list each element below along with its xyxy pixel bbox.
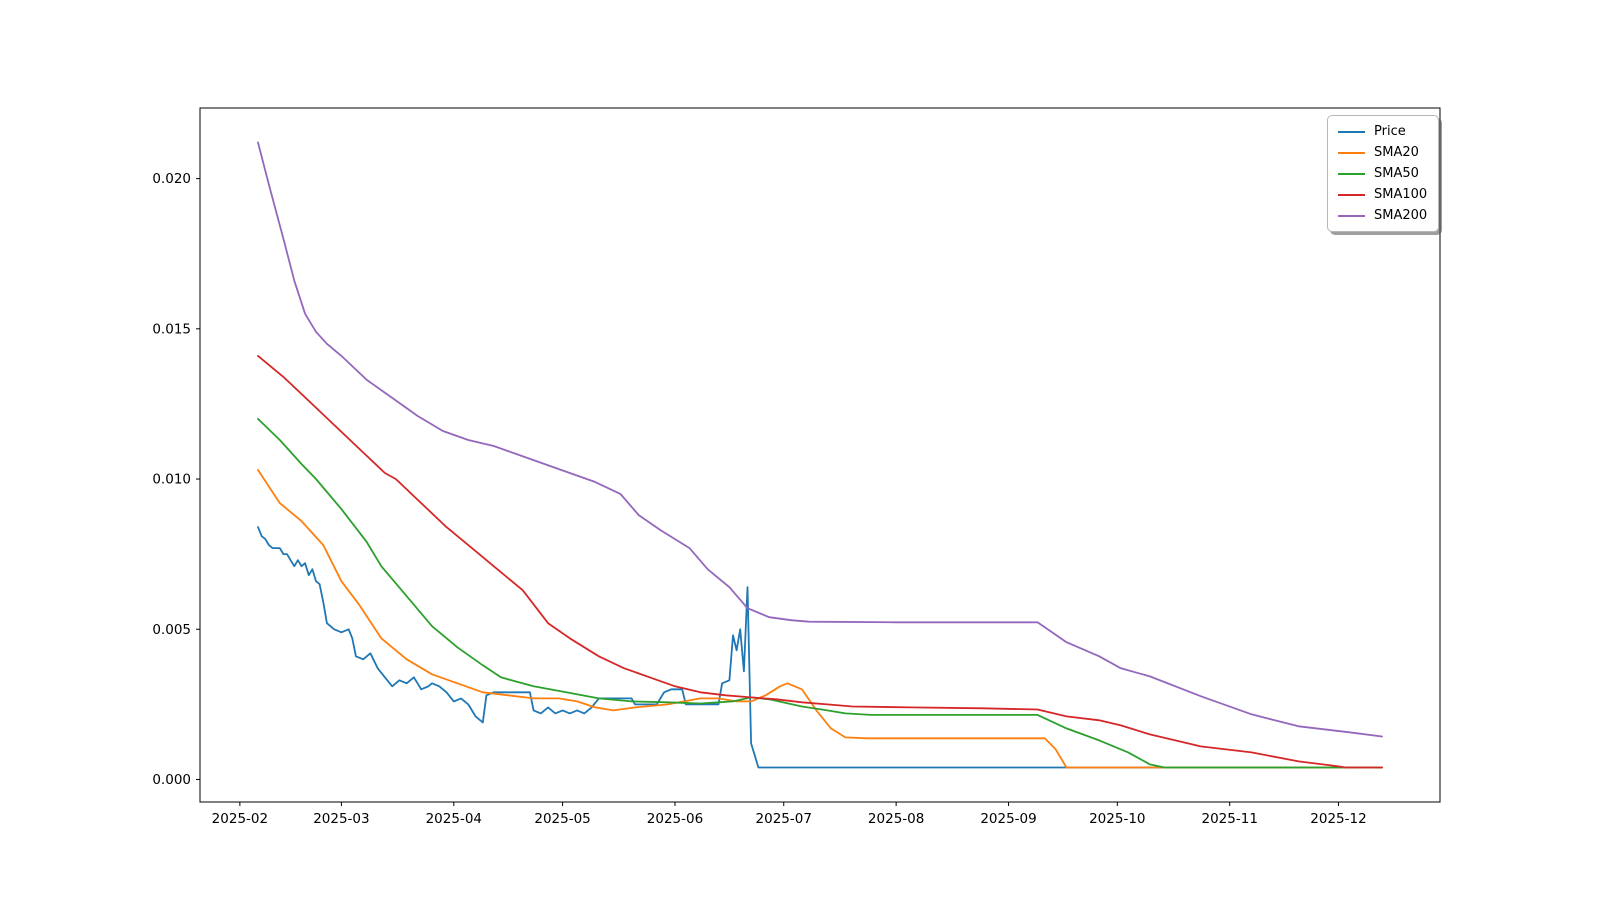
legend-item-sma50: SMA50	[1338, 163, 1427, 184]
x-tick-label: 2025-11	[1202, 811, 1258, 827]
x-tick-label: 2025-06	[647, 811, 703, 827]
y-tick-label: 0.010	[152, 472, 191, 488]
x-tick-label: 2025-02	[212, 811, 268, 827]
figure: 0.000 0.005 0.010 0.015 0.020 2025-02 2025-03 2…	[0, 0, 1600, 900]
legend-line-swatch	[1338, 151, 1365, 154]
legend-label: Price	[1374, 124, 1406, 139]
legend-line-swatch	[1338, 130, 1365, 133]
legend-item-sma20: SMA20	[1338, 142, 1427, 163]
x-tick-label: 2025-04	[426, 811, 482, 827]
legend-label: SMA100	[1374, 187, 1428, 202]
legend-item-sma100: SMA100	[1338, 184, 1427, 205]
legend-label: SMA200	[1374, 208, 1428, 223]
series-line-sma200	[257, 141, 1383, 738]
legend-line-swatch	[1338, 193, 1365, 196]
y-tick-label: 0.015	[152, 321, 191, 337]
x-tick-label: 2025-12	[1310, 811, 1366, 827]
plot-border	[199, 107, 1441, 803]
legend-item-price: Price	[1338, 121, 1427, 142]
series-line-sma100	[257, 354, 1383, 769]
legend: Price SMA20 SMA50 SMA100 SMA200	[1327, 115, 1440, 232]
x-tick-label: 2025-05	[534, 811, 590, 827]
y-tick-label: 0.000	[152, 772, 191, 788]
y-tick-label: 0.005	[152, 622, 191, 638]
x-tick-label: 2025-08	[868, 811, 924, 827]
legend-item-sma200: SMA200	[1338, 205, 1427, 226]
legend-label: SMA20	[1374, 145, 1419, 160]
legend-line-swatch	[1338, 214, 1365, 217]
x-tick-label: 2025-10	[1089, 811, 1145, 827]
x-tick-label: 2025-09	[980, 811, 1036, 827]
series-line-price	[257, 526, 1383, 769]
legend-line-swatch	[1338, 172, 1365, 175]
x-tick-label: 2025-03	[313, 811, 369, 827]
legend-label: SMA50	[1374, 166, 1419, 181]
y-tick-label: 0.020	[152, 171, 191, 187]
x-tick-label: 2025-07	[756, 811, 812, 827]
